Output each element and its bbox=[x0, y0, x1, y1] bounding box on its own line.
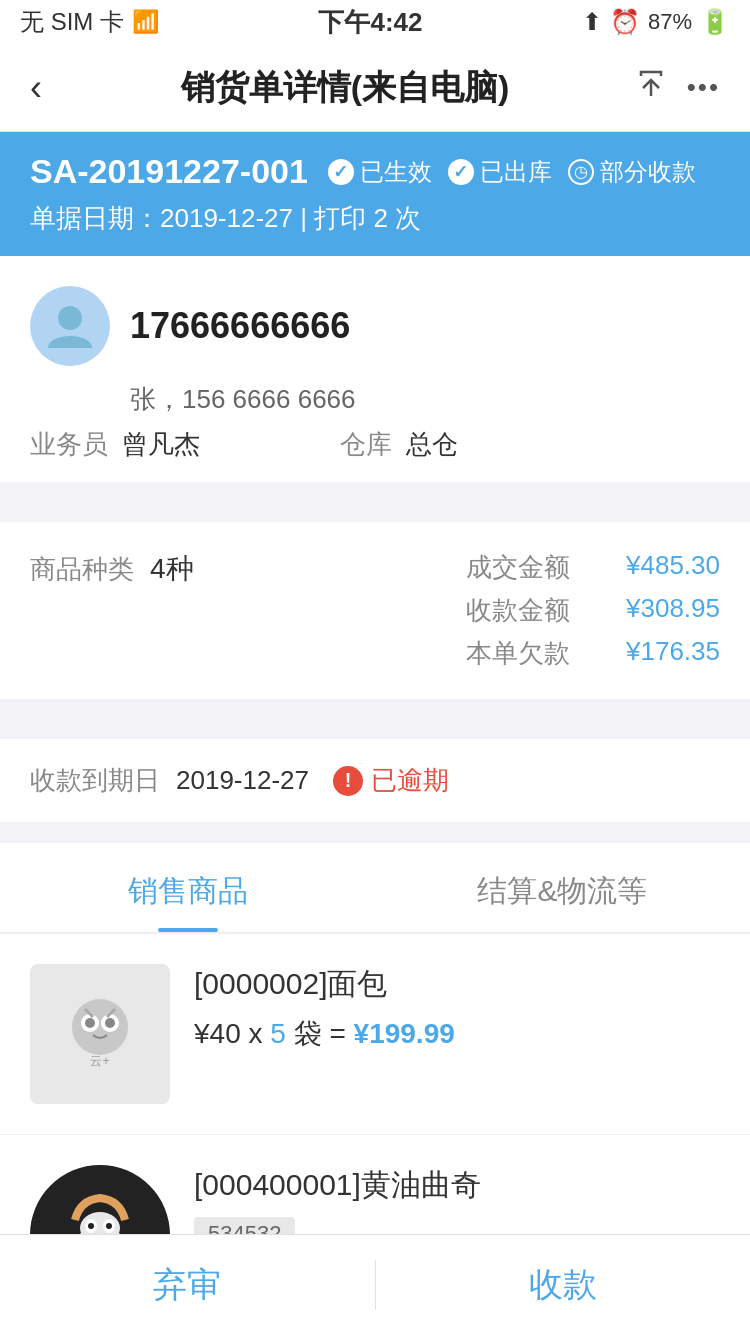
page-title: 销货单详情(来自电脑) bbox=[90, 65, 600, 111]
customer-meta: 业务员 曾凡杰 仓库 总仓 bbox=[30, 427, 720, 462]
nav-bar: ‹ 销货单详情(来自电脑) ••• bbox=[0, 44, 750, 132]
tab-products[interactable]: 销售商品 bbox=[0, 843, 375, 932]
divider1 bbox=[0, 482, 750, 502]
status-bar: 无 SIM 卡 📶 下午4:42 ⬆ ⏰ 87% 🔋 bbox=[0, 0, 750, 44]
status-effective: ✓ 已生效 bbox=[328, 156, 432, 188]
customer-avatar bbox=[30, 286, 110, 366]
svg-point-11 bbox=[88, 1223, 94, 1229]
svg-point-12 bbox=[106, 1223, 112, 1229]
status-shipped: ✓ 已出库 bbox=[448, 156, 552, 188]
tabs: 销售商品 结算&物流等 bbox=[0, 843, 750, 934]
share-icon[interactable] bbox=[635, 68, 667, 108]
header-row1: SA-20191227-001 ✓ 已生效 ✓ 已出库 ◷ 部分收款 bbox=[30, 152, 720, 191]
svg-point-4 bbox=[85, 1018, 95, 1028]
due-date-value: 2019-12-27 bbox=[176, 765, 309, 796]
stats-section: 商品种类 4种 成交金额 ¥485.30 收款金额 ¥308.95 本单欠款 ¥… bbox=[0, 522, 750, 699]
status-time: 下午4:42 bbox=[318, 5, 422, 40]
stats-row: 商品种类 4种 成交金额 ¥485.30 收款金额 ¥308.95 本单欠款 ¥… bbox=[30, 550, 720, 671]
bottom-bar: 弃审 收款 bbox=[0, 1234, 750, 1334]
owed-amount-row: 本单欠款 ¥176.35 bbox=[466, 636, 720, 671]
warehouse: 仓库 总仓 bbox=[340, 427, 458, 462]
battery-icon: 🔋 bbox=[700, 8, 730, 36]
status-partial: ◷ 部分收款 bbox=[568, 156, 696, 188]
product-price-1: ¥40 x 5 袋 = ¥199.99 bbox=[194, 1015, 720, 1053]
cancel-button[interactable]: 弃审 bbox=[0, 1235, 375, 1334]
carrier-text: 无 SIM 卡 bbox=[20, 6, 124, 38]
sales-person: 业务员 曾凡杰 bbox=[30, 427, 200, 462]
order-id: SA-20191227-001 bbox=[30, 152, 308, 191]
battery-text: 87% bbox=[648, 9, 692, 35]
customer-sub: 张，156 6666 6666 bbox=[30, 382, 720, 417]
amount-info: 成交金额 ¥485.30 收款金额 ¥308.95 本单欠款 ¥176.35 bbox=[466, 550, 720, 671]
svg-point-5 bbox=[105, 1018, 115, 1028]
more-icon[interactable]: ••• bbox=[687, 72, 720, 103]
svg-point-0 bbox=[58, 306, 82, 330]
product-name-2: [000400001]黄油曲奇 bbox=[194, 1165, 720, 1206]
deal-amount-row: 成交金额 ¥485.30 bbox=[466, 550, 720, 585]
total-1: ¥199.99 bbox=[354, 1018, 455, 1049]
equals-1: = bbox=[329, 1018, 353, 1049]
status-left: 无 SIM 卡 📶 bbox=[20, 6, 159, 38]
check-shipped-icon: ✓ bbox=[448, 159, 474, 185]
nav-actions: ••• bbox=[600, 68, 720, 108]
header-date: 单据日期：2019-12-27 | 打印 2 次 bbox=[30, 201, 720, 236]
header-band: SA-20191227-001 ✓ 已生效 ✓ 已出库 ◷ 部分收款 单据日期：… bbox=[0, 132, 750, 256]
product-item-1: 云+ [0000002]面包 ¥40 x 5 袋 = ¥199.99 bbox=[0, 934, 750, 1135]
svg-text:云+: 云+ bbox=[90, 1054, 109, 1068]
price-x-1: x bbox=[249, 1018, 271, 1049]
tab-settlement[interactable]: 结算&物流等 bbox=[375, 843, 750, 932]
alarm-icon: ⏰ bbox=[610, 8, 640, 36]
customer-section: 17666666666 张，156 6666 6666 业务员 曾凡杰 仓库 总… bbox=[0, 256, 750, 482]
qty-1: 5 bbox=[270, 1018, 286, 1049]
overdue-icon: ! bbox=[333, 766, 363, 796]
due-date-section: 收款到期日 2019-12-27 ! 已逾期 bbox=[0, 739, 750, 823]
product-info-1: [0000002]面包 ¥40 x 5 袋 = ¥199.99 bbox=[194, 964, 720, 1053]
location-icon: ⬆ bbox=[582, 8, 602, 36]
received-amount-row: 收款金额 ¥308.95 bbox=[466, 593, 720, 628]
svg-point-1 bbox=[72, 999, 128, 1055]
customer-row: 17666666666 bbox=[30, 286, 720, 366]
product-thumb-1: 云+ bbox=[30, 964, 170, 1104]
overdue-badge: ! 已逾期 bbox=[333, 763, 449, 798]
customer-name: 17666666666 bbox=[130, 305, 350, 347]
category-info: 商品种类 4种 bbox=[30, 550, 194, 588]
confirm-button[interactable]: 收款 bbox=[376, 1235, 751, 1334]
back-button[interactable]: ‹ bbox=[30, 67, 90, 109]
divider2 bbox=[0, 699, 750, 719]
overdue-label: 已逾期 bbox=[371, 763, 449, 798]
check-effective-icon: ✓ bbox=[328, 159, 354, 185]
status-tags: ✓ 已生效 ✓ 已出库 ◷ 部分收款 bbox=[328, 156, 696, 188]
price-base-1: ¥40 bbox=[194, 1018, 241, 1049]
product-name-1: [0000002]面包 bbox=[194, 964, 720, 1005]
clock-icon: ◷ bbox=[568, 159, 594, 185]
divider3 bbox=[0, 823, 750, 843]
due-label: 收款到期日 bbox=[30, 763, 160, 798]
wifi-icon: 📶 bbox=[132, 9, 159, 35]
status-right: ⬆ ⏰ 87% 🔋 bbox=[582, 8, 730, 36]
unit-1: 袋 bbox=[294, 1018, 322, 1049]
